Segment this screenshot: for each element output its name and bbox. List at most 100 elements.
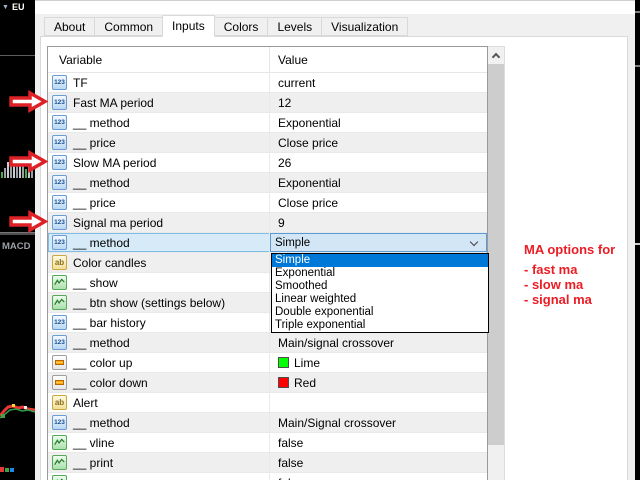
param-row[interactable]: __ vline false (48, 433, 487, 453)
param-name-cell[interactable]: ab Color candles (48, 253, 270, 272)
param-name-cell[interactable]: __ vline (48, 433, 270, 452)
param-value-cell[interactable]: Red (270, 373, 487, 392)
param-value-cell[interactable]: 26 (270, 153, 487, 172)
param-name-cell[interactable]: 123 __ bar history (48, 313, 270, 332)
param-name-cell[interactable]: __ popup (48, 473, 270, 480)
chart-tick (635, 65, 640, 67)
param-row[interactable]: 123 TF current (48, 73, 487, 93)
chart-speck (5, 468, 9, 472)
param-value-cell[interactable]: 9 (270, 213, 487, 232)
tab-common[interactable]: Common (94, 17, 164, 36)
param-row[interactable]: 123 Signal ma period 9 (48, 213, 487, 233)
param-name-cell[interactable]: 123 Signal ma period (48, 213, 270, 232)
chart-symbol-label: EU (11, 2, 25, 12)
param-value-cell[interactable]: 12 (270, 93, 487, 112)
dropdown-option[interactable]: Exponential (272, 267, 488, 280)
dropdown-option[interactable]: Simple (272, 254, 488, 267)
param-name-cell[interactable]: 123 Fast MA period (48, 93, 270, 112)
param-value-cell[interactable]: false (270, 433, 487, 452)
param-name-cell[interactable]: __ btn show (settings below) (48, 293, 270, 312)
param-row[interactable]: 123 Slow MA period 26 (48, 153, 487, 173)
tab-inputs[interactable]: Inputs (162, 15, 215, 37)
param-row[interactable]: 123 __ price Close price (48, 193, 487, 213)
param-row[interactable]: __ color down Red (48, 373, 487, 393)
param-value-cell[interactable]: false (270, 473, 487, 480)
param-row[interactable]: 123 __ method Simple (48, 233, 487, 253)
chart-background-right (635, 0, 640, 480)
param-name-cell[interactable]: __ print (48, 453, 270, 472)
tab-colors[interactable]: Colors (213, 17, 269, 36)
numeric-param-icon: 123 (52, 195, 67, 210)
param-row[interactable]: 123 Fast MA period 12 (48, 93, 487, 113)
dropdown-option[interactable]: Triple exponential (272, 319, 488, 332)
param-name-cell[interactable]: 123 __ price (48, 193, 270, 212)
param-name: TF (73, 75, 88, 90)
tab-levels[interactable]: Levels (267, 17, 323, 36)
param-name-cell[interactable]: 123 __ method (48, 173, 270, 192)
dropdown-option[interactable]: Linear weighted (272, 293, 488, 306)
column-header-value[interactable]: Value (270, 47, 487, 72)
tab-about[interactable]: About (44, 17, 96, 36)
param-name-cell[interactable]: __ color down (48, 373, 270, 392)
indicator-properties-dialog: About Common Inputs Colors Levels Visualizati… (35, 0, 635, 480)
chart-param-icon (52, 455, 67, 470)
dropdown-option[interactable]: Double exponential (272, 306, 488, 319)
red-arrow-annotation (9, 210, 48, 233)
tab-visualization[interactable]: Visualization (321, 17, 409, 36)
param-value: false (278, 435, 304, 450)
param-value: false (278, 455, 304, 470)
param-row[interactable]: __ print false (48, 453, 487, 473)
param-name-cell[interactable]: 123 __ price (48, 133, 270, 152)
scrollbar-thumb[interactable] (488, 64, 504, 445)
param-name-cell[interactable]: 123 TF (48, 73, 270, 92)
param-value-cell[interactable]: Main/Signal crossover (270, 413, 487, 432)
param-value-cell[interactable]: current (270, 73, 487, 92)
param-value-cell[interactable]: Lime (270, 353, 487, 372)
text-param-icon: ab (52, 395, 67, 410)
numeric-param-icon: 123 (52, 415, 67, 430)
param-row[interactable]: 123 __ method Exponential (48, 173, 487, 193)
vertical-scrollbar[interactable] (488, 46, 505, 480)
param-value-cell[interactable]: Close price (270, 133, 487, 152)
param-row[interactable]: ab Alert (48, 393, 487, 413)
scroll-up-button[interactable] (488, 47, 504, 64)
param-value-cell[interactable] (270, 393, 487, 412)
param-value: Exponential (278, 175, 341, 190)
param-value-cell[interactable]: false (270, 453, 487, 472)
param-name-cell[interactable]: __ show (48, 273, 270, 292)
param-name-cell[interactable]: 123 __ method (48, 413, 270, 432)
param-row[interactable]: 123 __ method Exponential (48, 113, 487, 133)
dropdown-option[interactable]: Smoothed (272, 280, 488, 293)
param-value: Close price (278, 195, 339, 210)
red-arrow-annotation (9, 150, 48, 173)
param-row[interactable]: __ color up Lime (48, 353, 487, 373)
numeric-param-icon: 123 (52, 175, 67, 190)
param-row[interactable]: __ popup false (48, 473, 487, 480)
param-name-cell[interactable]: ab Alert (48, 393, 270, 412)
chart-param-icon (52, 275, 67, 290)
color-param-icon (52, 355, 67, 370)
ma-method-combobox[interactable]: Simple (270, 233, 487, 252)
numeric-param-icon: 123 (52, 155, 67, 170)
param-value: Main/Signal crossover (278, 415, 397, 430)
chevron-up-icon (491, 52, 501, 62)
color-swatch (278, 377, 289, 388)
param-value-cell[interactable]: Exponential (270, 113, 487, 132)
param-name-cell[interactable]: 123 Slow MA period (48, 153, 270, 172)
param-name-cell[interactable]: 123 __ method (48, 233, 270, 252)
numeric-param-icon: 123 (52, 75, 67, 90)
param-value-cell[interactable]: Exponential (270, 173, 487, 192)
column-header-variable[interactable]: Variable (48, 47, 270, 72)
param-row[interactable]: 123 __ price Close price (48, 133, 487, 153)
color-swatch (278, 357, 289, 368)
param-row[interactable]: 123 __ method Main/signal crossover (48, 333, 487, 353)
param-name-cell[interactable]: 123 __ method (48, 333, 270, 352)
param-name-cell[interactable]: 123 __ method (48, 113, 270, 132)
param-value-cell[interactable]: Simple (270, 233, 487, 252)
param-value-cell[interactable]: Close price (270, 193, 487, 212)
param-name-cell[interactable]: __ color up (48, 353, 270, 372)
param-name: __ color up (73, 355, 133, 370)
param-row[interactable]: 123 __ method Main/Signal crossover (48, 413, 487, 433)
param-value-cell[interactable]: Main/signal crossover (270, 333, 487, 352)
param-name: __ print (73, 455, 114, 470)
